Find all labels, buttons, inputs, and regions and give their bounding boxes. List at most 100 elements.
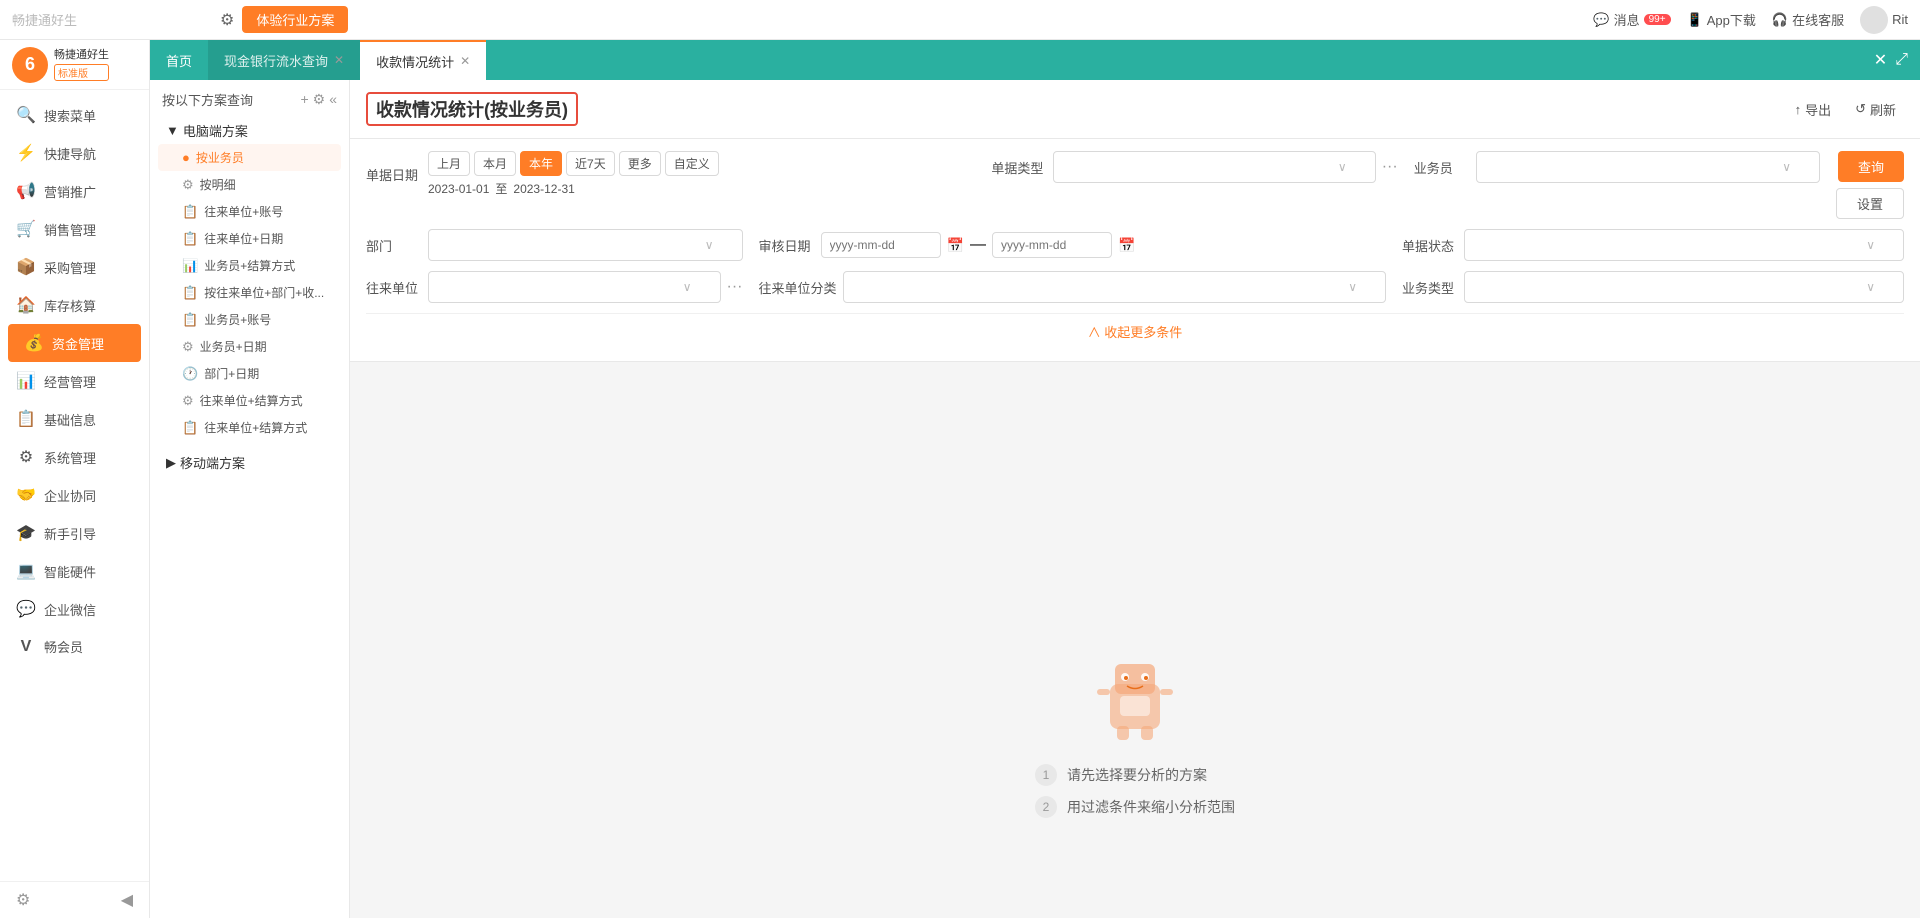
date-btn-this-year[interactable]: 本年 <box>520 151 562 176</box>
scheme-item-partner-date[interactable]: 📋 往来单位+日期 <box>158 225 341 252</box>
desktop-scheme-group-title[interactable]: ▼ 电脑端方案 <box>158 117 341 144</box>
gear-icon[interactable]: ⚙ <box>220 10 234 30</box>
left-panel-header-actions: + ⚙ « <box>300 91 337 108</box>
user-info[interactable]: Rit <box>1860 6 1908 34</box>
settings-button[interactable]: 设置 <box>1836 188 1904 219</box>
sidebar-item-marketing[interactable]: 📢 营销推广 <box>0 172 149 210</box>
top-bar-left: 畅捷通好生 ⚙ 体验行业方案 <box>12 6 348 33</box>
sidebar-item-quicknav[interactable]: ⚡ 快捷导航 <box>0 134 149 172</box>
app-download-item[interactable]: 📱 App下载 <box>1687 10 1756 29</box>
partner-date-icon: 📋 <box>182 231 198 247</box>
tab-home[interactable]: 首页 <box>150 40 208 80</box>
query-button[interactable]: 查询 <box>1838 151 1904 182</box>
sidebar-item-inventory[interactable]: 🏠 库存核算 <box>0 286 149 324</box>
sidebar-item-member[interactable]: V 畅会员 <box>0 628 149 665</box>
sidebar-item-search[interactable]: 🔍 搜索菜单 <box>0 96 149 134</box>
sidebar-item-label: 企业微信 <box>44 600 96 619</box>
collapse-panel-icon[interactable]: « <box>329 91 337 108</box>
partner-type-dropdown[interactable]: ∨ <box>843 271 1386 303</box>
scheme-item-partner-account[interactable]: 📋 往来单位+账号 <box>158 198 341 225</box>
review-date-input-group: 📅 — 📅 <box>821 232 1136 258</box>
finance-icon: 💰 <box>24 333 44 353</box>
doc-type-more-icon[interactable]: ··· <box>1382 158 1398 176</box>
salesman-dropdown[interactable]: ∨ <box>1476 151 1820 183</box>
sidebar-item-purchase[interactable]: 📦 采购管理 <box>0 248 149 286</box>
review-date-to-icon[interactable]: 📅 <box>1118 237 1135 254</box>
date-btn-this-month[interactable]: 本月 <box>474 151 516 176</box>
dept-dropdown[interactable]: ∨ <box>428 229 743 261</box>
tab-close-all-icon[interactable]: ✕ <box>1874 50 1887 70</box>
review-date-from[interactable] <box>821 232 941 258</box>
sidebar-item-operations[interactable]: 📊 经营管理 <box>0 362 149 400</box>
partner-dropdown[interactable]: ∨ <box>428 271 721 303</box>
date-btn-more[interactable]: 更多 <box>619 151 661 176</box>
scheme-item-salesman-date[interactable]: ⚙ 业务员+日期 <box>158 333 341 360</box>
newbie-icon: 🎓 <box>16 523 36 543</box>
logo-icon: 6 <box>12 47 48 83</box>
export-button[interactable]: ↑ 导出 <box>1787 96 1840 123</box>
group-expand-icon: ▼ <box>166 123 179 138</box>
doc-type-dropdown[interactable]: ∨ <box>1053 151 1375 183</box>
user-avatar <box>1860 6 1888 34</box>
scheme-item-by-salesman[interactable]: ● 按业务员 <box>158 144 341 171</box>
operations-icon: 📊 <box>16 371 36 391</box>
scheme-settings-icon[interactable]: ⚙ <box>313 91 326 108</box>
sidebar-item-newbie[interactable]: 🎓 新手引导 <box>0 514 149 552</box>
scheme-item-salesman-payment[interactable]: 📊 业务员+结算方式 <box>158 252 341 279</box>
review-date-from-icon[interactable]: 📅 <box>947 237 964 254</box>
scheme-item-label: 业务员+日期 <box>200 338 267 355</box>
scheme-item-partner-dept[interactable]: 📋 按往来单位+部门+收... <box>158 279 341 306</box>
filter-salesman: 业务员 ∨ <box>1414 151 1820 183</box>
sidebar-item-basicinfo[interactable]: 📋 基础信息 <box>0 400 149 438</box>
tab-bank-flow-close[interactable]: ✕ <box>334 53 344 67</box>
sidebar: 6 畅捷通好生 标准版 🔍 搜索菜单 ⚡ 快捷导航 📢 营销推广 <box>0 40 150 918</box>
date-btn-last-month[interactable]: 上月 <box>428 151 470 176</box>
step-2-number: 2 <box>1035 796 1057 818</box>
partner-more-icon[interactable]: ··· <box>727 278 743 296</box>
scheme-item-salesman-account[interactable]: 📋 业务员+账号 <box>158 306 341 333</box>
trial-button[interactable]: 体验行业方案 <box>242 6 348 33</box>
sidebar-item-finance[interactable]: 💰 资金管理 <box>8 324 141 362</box>
scheme-item-dept-date[interactable]: 🕐 部门+日期 <box>158 360 341 387</box>
hardware-icon: 💻 <box>16 561 36 581</box>
sidebar-item-label: 系统管理 <box>44 448 96 467</box>
tab-collection-stats[interactable]: 收款情况统计 ✕ <box>360 40 486 80</box>
mobile-scheme-group: ▶ 移动端方案 <box>150 449 349 476</box>
online-service-item[interactable]: 🎧 在线客服 <box>1772 10 1844 29</box>
doc-status-dropdown[interactable]: ∨ <box>1464 229 1904 261</box>
biz-type-dropdown[interactable]: ∨ <box>1464 271 1904 303</box>
tab-bar: 首页 现金银行流水查询 ✕ 收款情况统计 ✕ ✕ ⤢ <box>150 40 1920 80</box>
scheme-item-partner-payment1[interactable]: ⚙ 往来单位+结算方式 <box>158 387 341 414</box>
date-btn-custom[interactable]: 自定义 <box>665 151 719 176</box>
logo-text-main: 畅捷通好生 <box>54 48 109 63</box>
tab-collection-stats-close[interactable]: ✕ <box>460 54 470 68</box>
mobile-scheme-group-title[interactable]: ▶ 移动端方案 <box>158 449 341 476</box>
sidebar-item-label: 企业协同 <box>44 486 96 505</box>
date-label: 单据日期 <box>366 165 422 184</box>
date-btn-7days[interactable]: 近7天 <box>566 151 615 176</box>
doc-type-dropdown-arrow: ∨ <box>1338 160 1347 174</box>
tab-bank-flow[interactable]: 现金银行流水查询 ✕ <box>208 40 360 80</box>
sidebar-item-sales[interactable]: 🛒 销售管理 <box>0 210 149 248</box>
add-scheme-button[interactable]: + <box>300 91 308 108</box>
sidebar-item-collab[interactable]: 🤝 企业协同 <box>0 476 149 514</box>
message-item[interactable]: 💬 消息 99+ <box>1593 10 1670 29</box>
collab-icon: 🤝 <box>16 485 36 505</box>
date-sep: 至 <box>495 180 507 197</box>
scheme-item-detail[interactable]: ⚙ 按明细 <box>158 171 341 198</box>
export-label: 导出 <box>1805 100 1831 119</box>
doc-status-dropdown-arrow: ∨ <box>1866 238 1875 252</box>
sidebar-collapse-icon[interactable]: ◀ <box>121 890 133 910</box>
salesman-payment-icon: 📊 <box>182 258 198 274</box>
collapse-filters-button[interactable]: ∧ 收起更多条件 <box>366 313 1904 349</box>
tab-expand-icon[interactable]: ⤢ <box>1895 51 1908 69</box>
sidebar-item-hardware[interactable]: 💻 智能硬件 <box>0 552 149 590</box>
sidebar-item-system[interactable]: ⚙ 系统管理 <box>0 438 149 476</box>
review-date-to[interactable] <box>992 232 1112 258</box>
filter-doc-status: 单据状态 ∨ <box>1402 229 1904 261</box>
sidebar-item-wechat[interactable]: 💬 企业微信 <box>0 590 149 628</box>
refresh-button[interactable]: ↺ 刷新 <box>1847 96 1904 123</box>
sidebar-settings-icon[interactable]: ⚙ <box>16 890 30 910</box>
tab-bar-actions: ✕ ⤢ <box>1874 50 1920 70</box>
scheme-item-partner-payment2[interactable]: 📋 往来单位+结算方式 <box>158 414 341 441</box>
